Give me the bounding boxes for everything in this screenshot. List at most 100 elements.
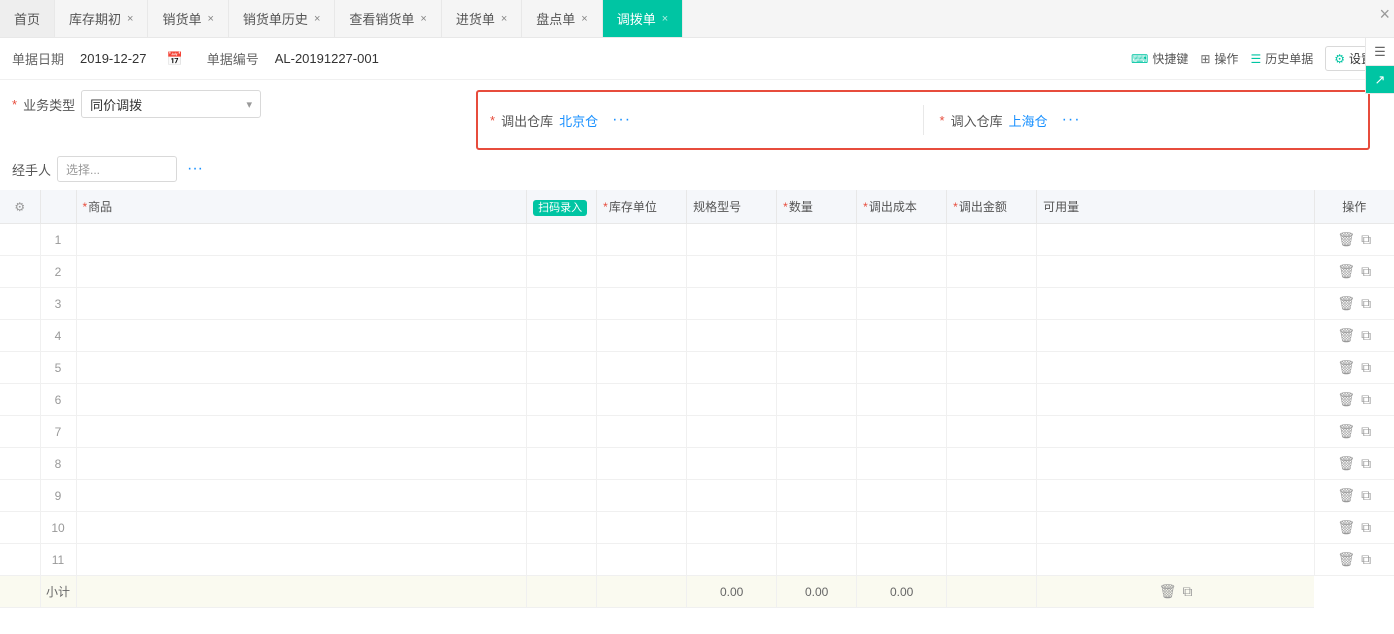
close-tab-purchase-order[interactable]: × [501, 13, 507, 25]
cell-product-3[interactable] [76, 288, 527, 320]
delete-icon-11[interactable]: 🗑 [1337, 551, 1355, 568]
close-tab-view-sales[interactable]: × [420, 13, 426, 25]
cell-amount-8[interactable] [947, 448, 1037, 480]
cell-cost-11[interactable] [857, 544, 947, 576]
cell-amount-2[interactable] [947, 256, 1037, 288]
cell-cost-3[interactable] [857, 288, 947, 320]
cell-spec-3[interactable] [687, 288, 777, 320]
cell-unit-11[interactable] [597, 544, 687, 576]
cell-amount-11[interactable] [947, 544, 1037, 576]
cell-unit-1[interactable] [597, 224, 687, 256]
delete-icon-2[interactable]: 🗑 [1337, 263, 1355, 280]
date-value[interactable]: 2019-12-27 [80, 51, 147, 66]
close-tab-sales-order[interactable]: × [207, 13, 213, 25]
cell-qty-8[interactable] [777, 448, 857, 480]
cell-product-9[interactable] [76, 480, 527, 512]
cell-spec-11[interactable] [687, 544, 777, 576]
cell-spec-8[interactable] [687, 448, 777, 480]
cell-cost-4[interactable] [857, 320, 947, 352]
cell-qty-9[interactable] [777, 480, 857, 512]
copy-icon-11[interactable]: ⧉ [1361, 551, 1371, 568]
cell-unit-10[interactable] [597, 512, 687, 544]
copy-icon-1[interactable]: ⧉ [1361, 231, 1371, 248]
cell-product-7[interactable] [76, 416, 527, 448]
copy-icon-7[interactable]: ⧉ [1361, 423, 1371, 440]
delete-icon-6[interactable]: 🗑 [1337, 391, 1355, 408]
cell-amount-9[interactable] [947, 480, 1037, 512]
warehouse-out-value[interactable]: 北京仓 [559, 111, 598, 130]
cell-unit-3[interactable] [597, 288, 687, 320]
close-tab-transfer[interactable]: × [662, 13, 668, 25]
cell-amount-4[interactable] [947, 320, 1037, 352]
cell-spec-2[interactable] [687, 256, 777, 288]
cell-spec-1[interactable] [687, 224, 777, 256]
right-panel-external-btn[interactable]: ↗ [1366, 66, 1394, 94]
cell-amount-7[interactable] [947, 416, 1037, 448]
cell-spec-6[interactable] [687, 384, 777, 416]
cell-spec-5[interactable] [687, 352, 777, 384]
handler-select[interactable]: 选择... [57, 156, 177, 182]
tab-inventory-init[interactable]: 库存期初 × [55, 0, 148, 37]
cell-amount-6[interactable] [947, 384, 1037, 416]
delete-icon-7[interactable]: 🗑 [1337, 423, 1355, 440]
warehouse-out-more-icon[interactable]: ··· [612, 111, 631, 129]
cell-product-10[interactable] [76, 512, 527, 544]
cell-cost-2[interactable] [857, 256, 947, 288]
delete-icon-8[interactable]: 🗑 [1337, 455, 1355, 472]
tab-view-sales[interactable]: 查看销货单 × [335, 0, 441, 37]
cell-amount-10[interactable] [947, 512, 1037, 544]
copy-icon-3[interactable]: ⧉ [1361, 295, 1371, 312]
right-panel-list-btn[interactable]: ☰ [1366, 38, 1394, 66]
close-tab-inventory-init[interactable]: × [127, 13, 133, 25]
cell-spec-4[interactable] [687, 320, 777, 352]
cell-cost-1[interactable] [857, 224, 947, 256]
cell-unit-8[interactable] [597, 448, 687, 480]
cell-cost-8[interactable] [857, 448, 947, 480]
cell-cost-9[interactable] [857, 480, 947, 512]
delete-icon-5[interactable]: 🗑 [1337, 359, 1355, 376]
business-type-select[interactable]: 同价调拨 ▾ [81, 90, 261, 118]
copy-icon-10[interactable]: ⧉ [1361, 519, 1371, 536]
cell-cost-10[interactable] [857, 512, 947, 544]
subtotal-copy-icon[interactable]: ⧉ [1182, 583, 1192, 600]
delete-icon-4[interactable]: 🗑 [1337, 327, 1355, 344]
delete-icon-9[interactable]: 🗑 [1337, 487, 1355, 504]
cell-product-2[interactable] [76, 256, 527, 288]
cell-unit-7[interactable] [597, 416, 687, 448]
cell-qty-6[interactable] [777, 384, 857, 416]
cell-cost-7[interactable] [857, 416, 947, 448]
cell-unit-9[interactable] [597, 480, 687, 512]
cell-qty-2[interactable] [777, 256, 857, 288]
th-gear[interactable]: ⚙ [0, 190, 40, 224]
cell-amount-1[interactable] [947, 224, 1037, 256]
cell-qty-3[interactable] [777, 288, 857, 320]
delete-icon-1[interactable]: 🗑 [1337, 231, 1355, 248]
shortcut-button[interactable]: ⌨ 快捷键 [1131, 50, 1188, 67]
close-window-button[interactable]: × [1379, 5, 1390, 23]
cell-unit-6[interactable] [597, 384, 687, 416]
cell-unit-5[interactable] [597, 352, 687, 384]
tab-transfer[interactable]: 调拨单 × [603, 0, 683, 37]
copy-icon-2[interactable]: ⧉ [1361, 263, 1371, 280]
tab-sales-history[interactable]: 销货单历史 × [229, 0, 335, 37]
subtotal-delete-icon[interactable]: 🗑 [1159, 583, 1177, 600]
cell-qty-10[interactable] [777, 512, 857, 544]
delete-icon-10[interactable]: 🗑 [1337, 519, 1355, 536]
cell-product-11[interactable] [76, 544, 527, 576]
cell-qty-1[interactable] [777, 224, 857, 256]
copy-icon-9[interactable]: ⧉ [1361, 487, 1371, 504]
cell-amount-5[interactable] [947, 352, 1037, 384]
tab-home[interactable]: 首页 [0, 0, 55, 37]
copy-icon-4[interactable]: ⧉ [1361, 327, 1371, 344]
delete-icon-3[interactable]: 🗑 [1337, 295, 1355, 312]
handler-more-icon[interactable]: ··· [187, 160, 203, 178]
cell-spec-7[interactable] [687, 416, 777, 448]
cell-qty-4[interactable] [777, 320, 857, 352]
calendar-icon[interactable]: 📅 [167, 51, 183, 67]
close-tab-stocktake[interactable]: × [581, 13, 587, 25]
copy-icon-8[interactable]: ⧉ [1361, 455, 1371, 472]
cell-unit-4[interactable] [597, 320, 687, 352]
cell-qty-5[interactable] [777, 352, 857, 384]
history-button[interactable]: ☰ 历史单据 [1250, 50, 1313, 67]
close-tab-sales-history[interactable]: × [314, 13, 320, 25]
